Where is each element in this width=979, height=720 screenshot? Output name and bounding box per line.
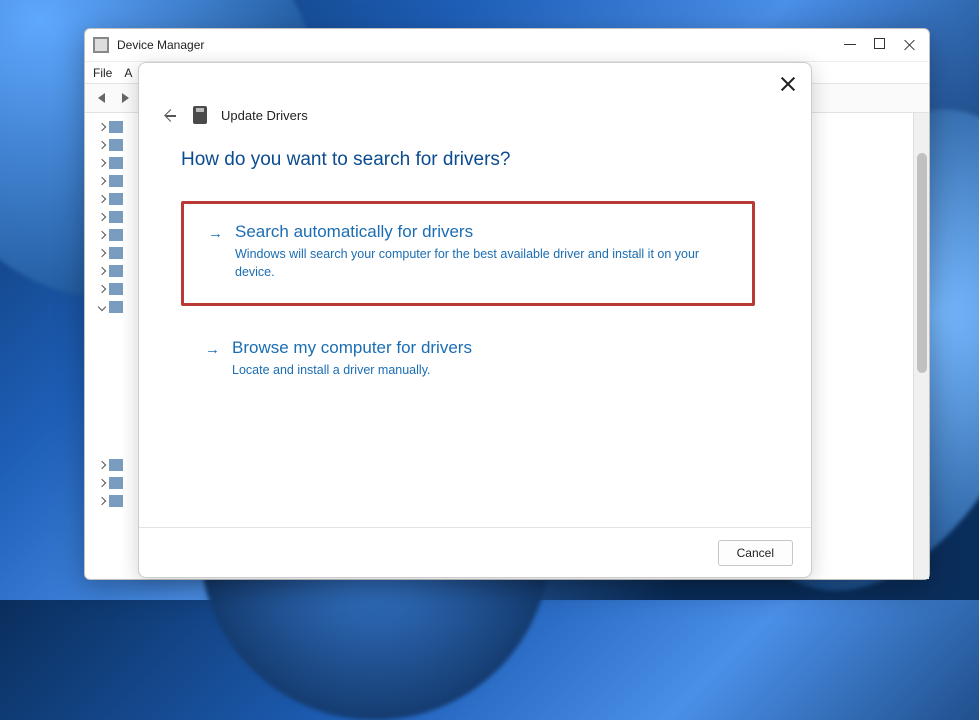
cancel-button[interactable]: Cancel bbox=[718, 540, 793, 566]
driver-icon bbox=[193, 106, 207, 124]
tree-item[interactable] bbox=[89, 173, 141, 189]
arrow-right-icon: → bbox=[208, 225, 223, 281]
close-button[interactable] bbox=[903, 38, 917, 52]
dialog-close-button[interactable] bbox=[779, 75, 797, 93]
nav-forward-button[interactable] bbox=[115, 88, 135, 108]
device-icon bbox=[109, 301, 123, 313]
arrow-left-icon bbox=[98, 93, 105, 103]
arrow-right-icon bbox=[122, 93, 129, 103]
option-title: Search automatically for drivers bbox=[235, 222, 730, 242]
tree-item[interactable] bbox=[89, 209, 141, 225]
option-description: Locate and install a driver manually. bbox=[232, 362, 712, 380]
chevron-right-icon bbox=[98, 285, 106, 293]
tree-item[interactable] bbox=[89, 281, 141, 297]
chevron-right-icon bbox=[98, 497, 106, 505]
nav-back-button[interactable] bbox=[91, 88, 111, 108]
chevron-right-icon bbox=[98, 479, 106, 487]
arrow-right-icon: → bbox=[205, 341, 220, 380]
chevron-right-icon bbox=[98, 159, 106, 167]
tree-item[interactable] bbox=[89, 493, 141, 509]
devmgr-title: Device Manager bbox=[117, 38, 204, 52]
tree-item[interactable] bbox=[89, 227, 141, 243]
device-icon bbox=[109, 459, 123, 471]
menu-truncated[interactable]: A bbox=[124, 66, 132, 80]
chevron-right-icon bbox=[98, 177, 106, 185]
tree-item[interactable] bbox=[89, 475, 141, 491]
tree-item[interactable] bbox=[89, 155, 141, 171]
devmgr-titlebar: Device Manager bbox=[85, 29, 929, 61]
scrollbar-thumb[interactable] bbox=[917, 153, 927, 373]
chevron-right-icon bbox=[98, 231, 106, 239]
option-browse-computer[interactable]: → Browse my computer for drivers Locate … bbox=[181, 324, 755, 396]
device-icon bbox=[109, 175, 123, 187]
device-icon bbox=[109, 265, 123, 277]
tree-item[interactable] bbox=[89, 137, 141, 153]
tree-item[interactable] bbox=[89, 299, 141, 315]
device-icon bbox=[109, 477, 123, 489]
chevron-right-icon bbox=[98, 123, 106, 131]
device-icon bbox=[109, 193, 123, 205]
tree-item[interactable] bbox=[89, 191, 141, 207]
device-icon bbox=[109, 247, 123, 259]
chevron-right-icon bbox=[98, 195, 106, 203]
chevron-right-icon bbox=[98, 249, 106, 257]
option-title: Browse my computer for drivers bbox=[232, 338, 733, 358]
tree-item[interactable] bbox=[89, 119, 141, 135]
device-icon bbox=[109, 283, 123, 295]
device-icon bbox=[109, 211, 123, 223]
chevron-right-icon bbox=[98, 141, 106, 149]
tree-item[interactable] bbox=[89, 457, 141, 473]
option-search-automatically[interactable]: → Search automatically for drivers Windo… bbox=[181, 201, 755, 306]
device-icon bbox=[109, 229, 123, 241]
maximize-button[interactable] bbox=[874, 38, 885, 49]
dialog-question: How do you want to search for drivers? bbox=[181, 149, 755, 171]
devmgr-app-icon bbox=[93, 37, 109, 53]
dialog-content: How do you want to search for drivers? →… bbox=[139, 123, 811, 527]
tree-item[interactable] bbox=[89, 263, 141, 279]
menu-file[interactable]: File bbox=[93, 66, 112, 80]
dialog-header: Update Drivers bbox=[139, 63, 811, 123]
device-icon bbox=[109, 495, 123, 507]
chevron-right-icon bbox=[98, 461, 106, 469]
dialog-title: Update Drivers bbox=[221, 108, 308, 123]
dialog-footer: Cancel bbox=[139, 527, 811, 577]
chevron-right-icon bbox=[98, 213, 106, 221]
chevron-right-icon bbox=[98, 267, 106, 275]
option-description: Windows will search your computer for th… bbox=[235, 246, 715, 281]
dialog-back-button[interactable] bbox=[163, 107, 179, 123]
device-icon bbox=[109, 139, 123, 151]
device-icon bbox=[109, 121, 123, 133]
scrollbar[interactable] bbox=[913, 113, 929, 579]
minimize-button[interactable] bbox=[844, 44, 856, 45]
device-icon bbox=[109, 157, 123, 169]
device-tree[interactable] bbox=[85, 113, 145, 579]
tree-item[interactable] bbox=[89, 245, 141, 261]
update-drivers-dialog: Update Drivers How do you want to search… bbox=[138, 62, 812, 578]
chevron-down-icon bbox=[98, 303, 106, 311]
